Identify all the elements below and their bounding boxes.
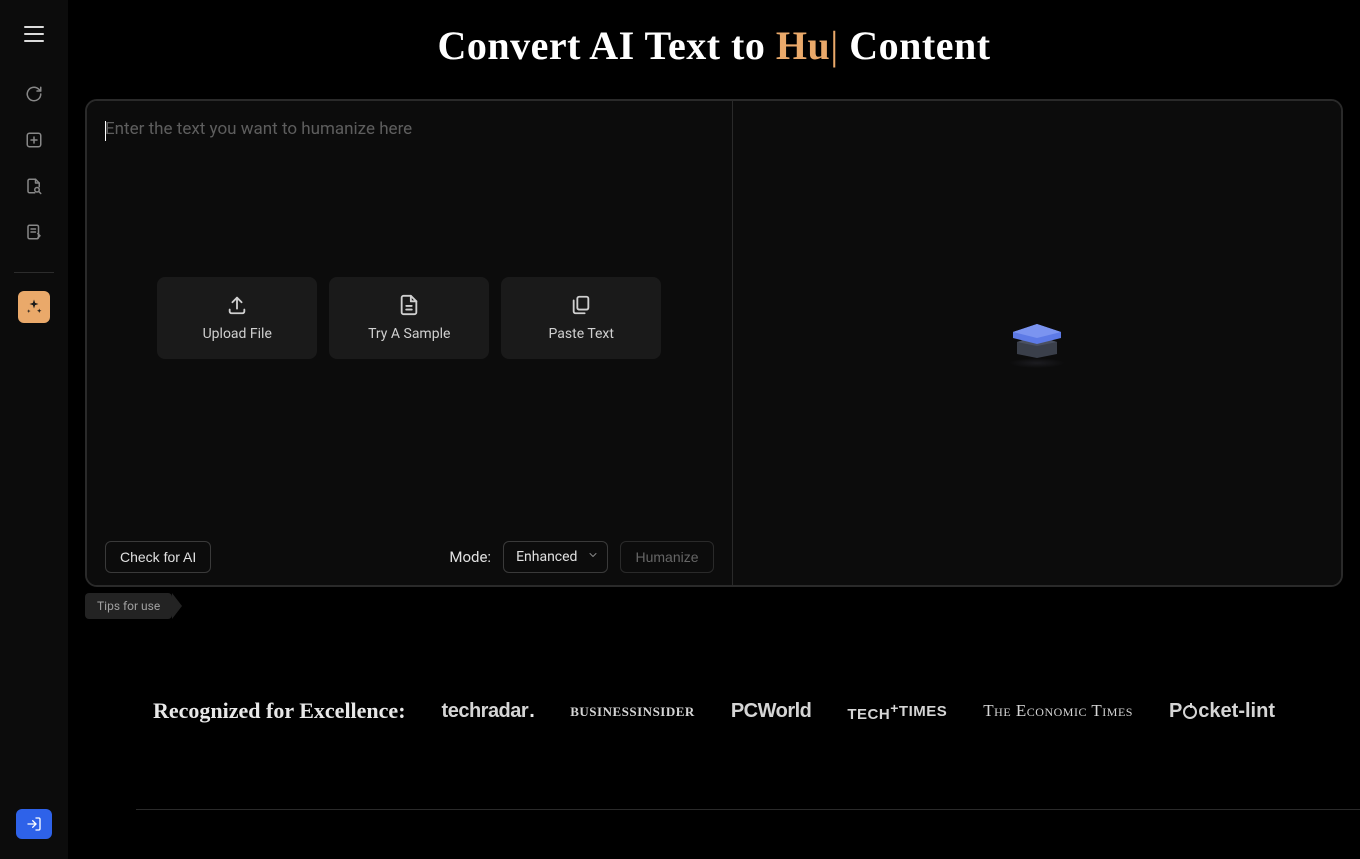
input-pane: Enter the text you want to humanize here… [87, 101, 733, 585]
sidebar-item-edit-doc[interactable] [18, 216, 50, 248]
brand-business-insider: BUSINESS INSIDER [570, 691, 695, 731]
editor-panel: Enter the text you want to humanize here… [85, 99, 1343, 587]
paste-text-button[interactable]: Paste Text [501, 277, 661, 359]
title-prefix: Convert AI Text to [437, 23, 775, 68]
title-highlight: Hu [776, 23, 830, 68]
text-input[interactable]: Enter the text you want to humanize here… [105, 119, 714, 541]
plus-square-icon [25, 131, 43, 149]
title-suffix: Content [839, 23, 991, 68]
mode-select[interactable]: Enhanced [503, 541, 608, 573]
power-icon [1183, 705, 1197, 719]
input-placeholder: Enter the text you want to humanize here [105, 119, 412, 139]
brand-pcworld: PCWorld [731, 691, 812, 731]
sidebar-bottom [16, 809, 52, 839]
title-cursor: | [830, 23, 839, 68]
upload-file-label: Upload File [203, 326, 272, 342]
sidebar-divider [14, 272, 54, 273]
brand-techradar: techradar [442, 691, 535, 731]
input-action-cards: Upload File Try A Sample Paste Text [157, 277, 661, 359]
brand-economic-times: The Economic Times [983, 691, 1133, 731]
sync-icon [25, 85, 43, 103]
page-title: Convert AI Text to Hu| Content [437, 22, 990, 69]
try-sample-button[interactable]: Try A Sample [329, 277, 489, 359]
footer-divider [136, 809, 1360, 810]
menu-toggle-button[interactable] [18, 18, 50, 50]
tt-line2: TIMES [899, 704, 947, 719]
upload-file-button[interactable]: Upload File [157, 277, 317, 359]
sidebar-item-search-doc[interactable] [18, 170, 50, 202]
sidebar [0, 0, 68, 859]
chevron-down-icon [587, 549, 599, 565]
sidebar-item-sync[interactable] [18, 78, 50, 110]
login-button[interactable] [16, 809, 52, 839]
search-doc-icon [25, 177, 43, 195]
editor-controls: Check for AI Mode: Enhanced Humanize [105, 541, 714, 573]
sparkle-icon [25, 298, 43, 316]
recognized-row: Recognized for Excellence: techradar BUS… [153, 691, 1275, 731]
brand-techtimes: TECH+ TIMES [847, 691, 947, 731]
try-sample-label: Try A Sample [368, 326, 450, 342]
brand-pocket-lint: Pcket-lint [1169, 691, 1275, 731]
edit-doc-icon [25, 223, 43, 241]
tips-container: Tips for use [85, 593, 172, 619]
mode-label: Mode: [449, 548, 491, 566]
sidebar-item-new[interactable] [18, 124, 50, 156]
output-pane [733, 101, 1342, 585]
paste-text-label: Paste Text [549, 326, 614, 342]
humanize-button[interactable]: Humanize [620, 541, 713, 573]
main-content: Convert AI Text to Hu| Content Enter the… [68, 0, 1360, 859]
sidebar-item-humanize[interactable] [18, 291, 50, 323]
empty-state-icon [997, 318, 1077, 368]
recognized-label: Recognized for Excellence: [153, 698, 406, 724]
bi-line2: INSIDER [637, 705, 695, 718]
pl-prefix: P [1169, 700, 1182, 723]
document-icon [398, 294, 420, 316]
tt-line1: TECH [847, 706, 890, 723]
upload-icon [226, 294, 248, 316]
check-ai-button[interactable]: Check for AI [105, 541, 211, 573]
bi-line1: BUSINESS [570, 705, 637, 718]
login-icon [26, 816, 42, 832]
paste-icon [570, 294, 592, 316]
pl-suffix: cket-lint [1198, 700, 1275, 723]
tips-tag[interactable]: Tips for use [85, 593, 172, 619]
mode-value: Enhanced [516, 549, 577, 565]
